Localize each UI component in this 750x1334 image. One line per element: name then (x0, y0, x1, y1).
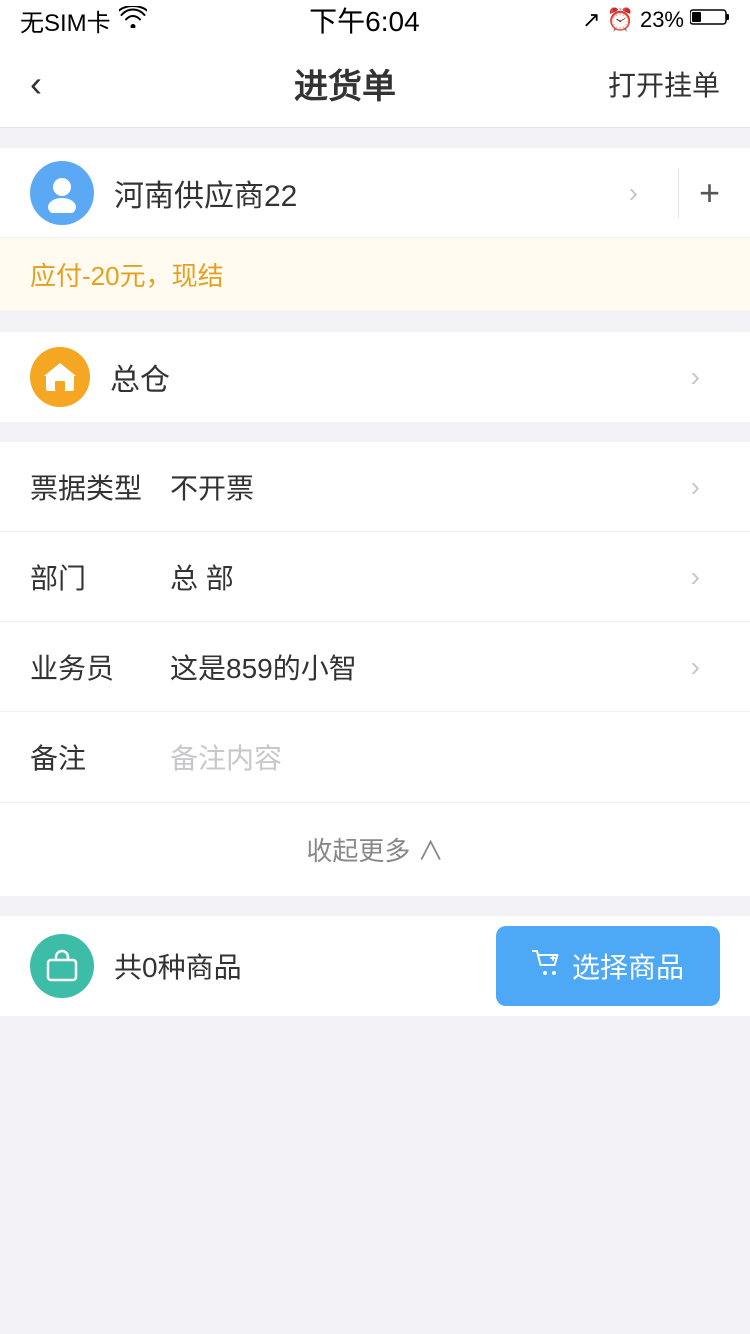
select-product-button[interactable]: 选择商品 (496, 926, 720, 1006)
collapse-button[interactable]: 收起更多 ∧ (0, 802, 750, 896)
status-right: ↗ ⏰ 23% (582, 7, 730, 33)
status-time: 下午6:04 (309, 0, 420, 40)
supplier-avatar (30, 161, 94, 225)
department-row[interactable]: 部门 总 部 › (0, 532, 750, 622)
bottom-bar: 共0种商品 选择商品 (0, 916, 750, 1016)
warehouse-section: 总仓 › (0, 332, 750, 422)
department-value: 总 部 (170, 557, 691, 597)
invoice-type-row[interactable]: 票据类型 不开票 › (0, 442, 750, 532)
open-pending-button[interactable]: 打开挂单 (600, 64, 720, 104)
wifi-icon (119, 6, 147, 35)
invoice-type-chevron-icon: › (691, 471, 700, 503)
salesperson-chevron-icon: › (691, 651, 700, 683)
supplier-chevron-icon: › (629, 177, 638, 209)
salesperson-value: 这是859的小智 (170, 647, 691, 687)
warehouse-chevron-icon: › (691, 361, 700, 393)
add-supplier-button[interactable]: + (699, 172, 720, 214)
product-count-label: 共0种商品 (114, 946, 496, 986)
remark-label: 备注 (30, 737, 170, 777)
warehouse-icon (30, 347, 90, 407)
department-chevron-icon: › (691, 561, 700, 593)
form-section: 票据类型 不开票 › 部门 总 部 › 业务员 这是859的小智 › 备注 备注… (0, 442, 750, 802)
info-banner: 应付-20元，现结 (0, 238, 750, 312)
salesperson-label: 业务员 (30, 647, 170, 687)
warehouse-name: 总仓 (110, 355, 691, 399)
status-bar: 无SIM卡 下午6:04 ↗ ⏰ 23% (0, 0, 750, 40)
vertical-divider (678, 168, 679, 218)
select-product-label: 选择商品 (572, 946, 684, 986)
cart-icon (532, 950, 562, 983)
supplier-section: 河南供应商22 › + 应付-20元，现结 (0, 148, 750, 312)
page-title: 进货单 (90, 59, 600, 108)
product-icon (30, 934, 94, 998)
invoice-type-label: 票据类型 (30, 467, 170, 507)
invoice-type-value: 不开票 (170, 467, 691, 507)
carrier-text: 无SIM卡 (20, 3, 111, 38)
nav-bar: ‹ 进货单 打开挂单 (0, 40, 750, 128)
battery-icon (690, 7, 730, 33)
warehouse-row[interactable]: 总仓 › (0, 332, 750, 422)
salesperson-row[interactable]: 业务员 这是859的小智 › (0, 622, 750, 712)
top-divider (0, 128, 750, 148)
status-left: 无SIM卡 (20, 3, 147, 38)
back-button[interactable]: ‹ (30, 63, 90, 105)
remark-row[interactable]: 备注 备注内容 (0, 712, 750, 802)
gray-background (0, 1016, 750, 1316)
battery-text: 23% (640, 7, 684, 33)
location-icon: ↗ (582, 7, 600, 33)
supplier-row[interactable]: 河南供应商22 › + (0, 148, 750, 238)
department-label: 部门 (30, 557, 170, 597)
supplier-name: 河南供应商22 (114, 171, 629, 215)
remark-input[interactable]: 备注内容 (170, 737, 720, 777)
alarm-icon: ⏰ (607, 7, 634, 33)
